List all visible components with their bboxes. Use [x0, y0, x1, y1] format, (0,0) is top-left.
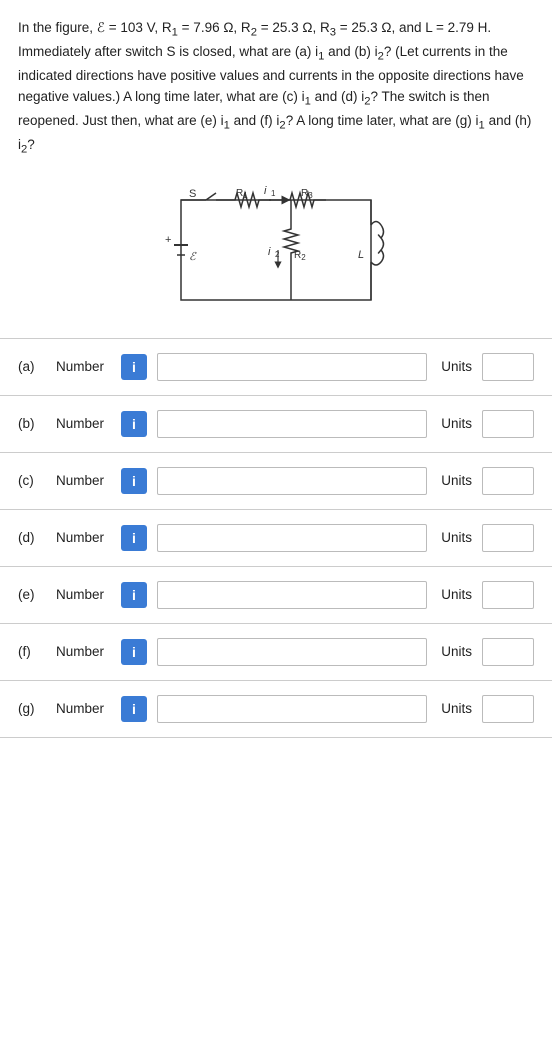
units-input-3[interactable] [482, 524, 534, 552]
row-number-label-6: Number [56, 701, 111, 716]
units-input-5[interactable] [482, 638, 534, 666]
row-label-5: (f) [18, 644, 46, 659]
units-label-4: Units [441, 587, 472, 602]
info-button-2[interactable]: i [121, 468, 147, 494]
row-number-label-0: Number [56, 359, 111, 374]
row-number-label-1: Number [56, 416, 111, 431]
units-input-6[interactable] [482, 695, 534, 723]
info-button-4[interactable]: i [121, 582, 147, 608]
number-input-2[interactable] [157, 467, 427, 495]
units-input-2[interactable] [482, 467, 534, 495]
row-number-label-3: Number [56, 530, 111, 545]
svg-text:S: S [189, 188, 196, 200]
info-button-1[interactable]: i [121, 411, 147, 437]
row-label-1: (b) [18, 416, 46, 431]
info-button-0[interactable]: i [121, 354, 147, 380]
number-input-4[interactable] [157, 581, 427, 609]
number-input-0[interactable] [157, 353, 427, 381]
info-button-5[interactable]: i [121, 639, 147, 665]
number-input-3[interactable] [157, 524, 427, 552]
units-label-6: Units [441, 701, 472, 716]
units-input-4[interactable] [482, 581, 534, 609]
answer-row-6: (g) Numberi Units [0, 681, 552, 738]
svg-text:i: i [264, 185, 267, 197]
row-label-4: (e) [18, 587, 46, 602]
answer-row-4: (e) Numberi Units [0, 567, 552, 624]
problem-text: In the figure, ℰ = 103 V, R1 = 7.96 Ω, R… [0, 0, 552, 170]
info-button-6[interactable]: i [121, 696, 147, 722]
answer-row-2: (c) Numberi Units [0, 453, 552, 510]
answer-row-1: (b) Numberi Units [0, 396, 552, 453]
svg-text:ℰ: ℰ [189, 251, 197, 263]
units-label-5: Units [441, 644, 472, 659]
answer-row-3: (d) Numberi Units [0, 510, 552, 567]
answer-row-0: (a) Numberi Units [0, 339, 552, 396]
units-input-1[interactable] [482, 410, 534, 438]
units-label-3: Units [441, 530, 472, 545]
svg-text:+: + [165, 234, 171, 246]
svg-text:L: L [358, 249, 364, 261]
number-input-5[interactable] [157, 638, 427, 666]
row-number-label-4: Number [56, 587, 111, 602]
row-label-6: (g) [18, 701, 46, 716]
svg-text:i: i [268, 246, 271, 258]
row-number-label-2: Number [56, 473, 111, 488]
units-label-2: Units [441, 473, 472, 488]
units-label-1: Units [441, 416, 472, 431]
row-label-0: (a) [18, 359, 46, 374]
info-button-3[interactable]: i [121, 525, 147, 551]
svg-text:1: 1 [271, 189, 276, 198]
row-label-3: (d) [18, 530, 46, 545]
answer-rows: (a)NumberiUnits(b)NumberiUnits(c)Numberi… [0, 338, 552, 738]
number-input-1[interactable] [157, 410, 427, 438]
units-label-0: Units [441, 359, 472, 374]
circuit-diagram: S i 1 R1 R3 i 2 R2 L [0, 170, 552, 338]
answer-row-5: (f) Numberi Units [0, 624, 552, 681]
row-number-label-5: Number [56, 644, 111, 659]
number-input-6[interactable] [157, 695, 427, 723]
row-label-2: (c) [18, 473, 46, 488]
units-input-0[interactable] [482, 353, 534, 381]
